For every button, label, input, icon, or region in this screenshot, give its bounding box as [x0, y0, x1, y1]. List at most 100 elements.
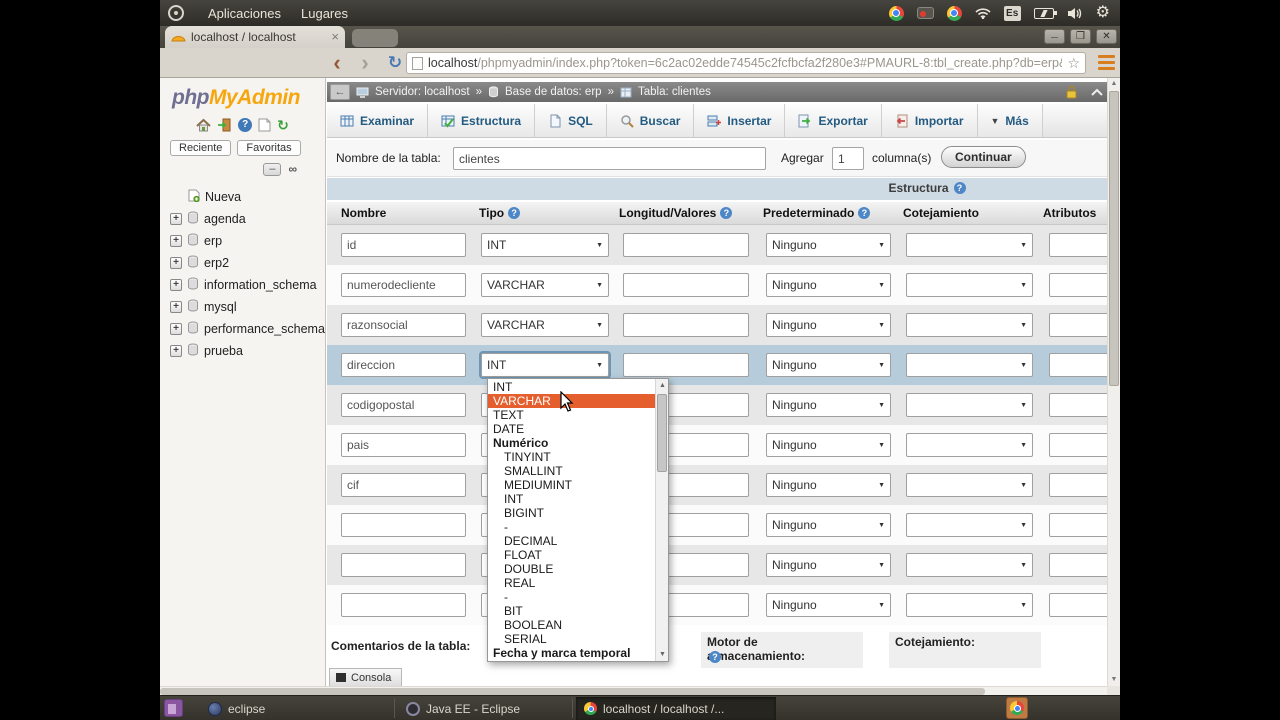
breadcrumb-database[interactable]: Base de datos: erp: [505, 86, 602, 98]
column-name-input[interactable]: [341, 353, 466, 377]
help-icon[interactable]: [953, 182, 966, 194]
vertical-scrollbar[interactable]: [1107, 78, 1120, 686]
dropdown-option[interactable]: FLOAT: [488, 548, 656, 562]
expand-icon[interactable]: [170, 235, 182, 247]
keyboard-layout-indicator[interactable]: Es: [1003, 5, 1021, 21]
column-length-input[interactable]: [623, 353, 749, 377]
collapse-panel-icon[interactable]: [1091, 87, 1103, 99]
column-length-input[interactable]: [623, 273, 749, 297]
help-icon[interactable]: [238, 118, 253, 132]
dropdown-option[interactable]: DECIMAL: [488, 534, 656, 548]
dropdown-option[interactable]: SERIAL: [488, 632, 656, 646]
dropdown-option[interactable]: BIT: [488, 604, 656, 618]
column-collation-select[interactable]: ▼: [906, 273, 1033, 297]
menu-aplicaciones[interactable]: Aplicaciones: [208, 6, 281, 21]
database-tree-item[interactable]: erp2: [160, 252, 325, 274]
column-collation-select[interactable]: ▼: [906, 593, 1033, 617]
favorite-tables-button[interactable]: Favoritas: [237, 140, 301, 156]
docs-icon[interactable]: [258, 118, 271, 132]
browser-menu-button[interactable]: [1098, 55, 1115, 70]
column-length-input[interactable]: [623, 233, 749, 257]
tab-close-button[interactable]: [331, 31, 339, 43]
database-tree-item[interactable]: performance_schema: [160, 318, 325, 340]
column-default-select[interactable]: Ninguno ▼: [766, 273, 891, 297]
gear-icon[interactable]: ⚙: [1096, 5, 1110, 21]
reload-button[interactable]: [384, 52, 406, 74]
chrome-tray-icon-2[interactable]: [946, 5, 962, 21]
home-icon[interactable]: [196, 118, 211, 132]
refresh-icon[interactable]: [277, 118, 289, 132]
collapse-all-button[interactable]: [263, 162, 282, 176]
column-collation-select[interactable]: ▼: [906, 433, 1033, 457]
dropdown-option[interactable]: TINYINT: [488, 450, 656, 464]
column-attributes-select[interactable]: [1049, 433, 1107, 457]
taskbar-item-localhost[interactable]: localhost / localhost /...: [576, 697, 776, 720]
column-default-select[interactable]: Ninguno ▼: [766, 553, 891, 577]
recent-tables-button[interactable]: Reciente: [170, 140, 232, 156]
continue-button[interactable]: Continuar: [941, 146, 1026, 168]
database-tree-item[interactable]: erp: [160, 230, 325, 252]
dropdown-option[interactable]: Numérico: [488, 436, 656, 450]
database-tree-item[interactable]: mysql: [160, 296, 325, 318]
tab-buscar[interactable]: Buscar: [606, 104, 695, 137]
column-default-select[interactable]: Ninguno ▼: [766, 233, 891, 257]
dropdown-option[interactable]: REAL: [488, 576, 656, 590]
battery-icon[interactable]: [1033, 7, 1057, 19]
scroll-down-icon[interactable]: [656, 648, 669, 661]
expand-icon[interactable]: [170, 323, 182, 335]
tab-importar[interactable]: Importar: [881, 104, 978, 137]
column-type-select[interactable]: INT ▼: [479, 351, 611, 379]
table-name-input[interactable]: [453, 147, 766, 170]
expand-icon[interactable]: [170, 213, 182, 225]
column-name-input[interactable]: [341, 233, 466, 257]
chrome-launcher[interactable]: [1006, 697, 1028, 719]
column-name-input[interactable]: [341, 513, 466, 537]
column-attributes-select[interactable]: [1049, 553, 1107, 577]
tab-sql[interactable]: SQL: [535, 104, 607, 137]
chrome-tray-icon[interactable]: [888, 5, 904, 21]
column-attributes-select[interactable]: [1049, 313, 1107, 337]
help-icon[interactable]: [709, 651, 721, 663]
expand-icon[interactable]: [170, 257, 182, 269]
forward-button[interactable]: [354, 52, 376, 76]
column-name-input[interactable]: [341, 313, 466, 337]
column-name-input[interactable]: [341, 433, 466, 457]
column-collation-select[interactable]: ▼: [906, 393, 1033, 417]
column-collation-select[interactable]: ▼: [906, 233, 1033, 257]
tab-insertar[interactable]: Insertar: [694, 104, 786, 137]
column-name-input[interactable]: [341, 473, 466, 497]
help-icon[interactable]: [858, 207, 871, 219]
dropdown-option[interactable]: BIGINT: [488, 506, 656, 520]
taskbar-item-eclipse[interactable]: eclipse: [200, 697, 273, 720]
column-attributes-select[interactable]: [1049, 393, 1107, 417]
column-default-select[interactable]: Ninguno ▼: [766, 473, 891, 497]
column-attributes-select[interactable]: [1049, 273, 1107, 297]
expand-icon[interactable]: [170, 301, 182, 313]
help-icon[interactable]: [508, 207, 521, 219]
tab-mas[interactable]: ▼ Más: [977, 104, 1043, 137]
tab-exportar[interactable]: Exportar: [785, 104, 882, 137]
address-bar[interactable]: localhost/phpmyadmin/index.php?token=6c2…: [406, 52, 1086, 74]
scroll-down-icon[interactable]: [1108, 674, 1120, 686]
column-default-select[interactable]: Ninguno ▼: [766, 433, 891, 457]
column-attributes-select[interactable]: [1049, 233, 1107, 257]
wifi-icon[interactable]: [975, 7, 991, 19]
dropdown-option[interactable]: SMALLINT: [488, 464, 656, 478]
back-button[interactable]: [326, 52, 348, 76]
dropdown-scrollbar[interactable]: [655, 379, 668, 661]
tab-examinar[interactable]: Examinar: [327, 104, 429, 137]
scrollbar-thumb[interactable]: [657, 394, 667, 472]
tab-estructura[interactable]: Estructura: [428, 104, 536, 137]
scrollbar-thumb[interactable]: [1109, 91, 1119, 386]
dropdown-option[interactable]: INT: [488, 492, 656, 506]
column-name-input[interactable]: [341, 593, 466, 617]
window-minimize-button[interactable]: [1044, 29, 1065, 44]
dropdown-option[interactable]: DATE: [488, 422, 656, 436]
column-length-input[interactable]: [623, 313, 749, 337]
help-icon[interactable]: [720, 207, 733, 219]
expand-icon[interactable]: [170, 279, 182, 291]
breadcrumb-table[interactable]: Tabla: clientes: [638, 86, 711, 98]
volume-icon[interactable]: [1067, 7, 1083, 20]
column-default-select[interactable]: Ninguno ▼: [766, 313, 891, 337]
window-restore-button[interactable]: [1070, 29, 1091, 44]
